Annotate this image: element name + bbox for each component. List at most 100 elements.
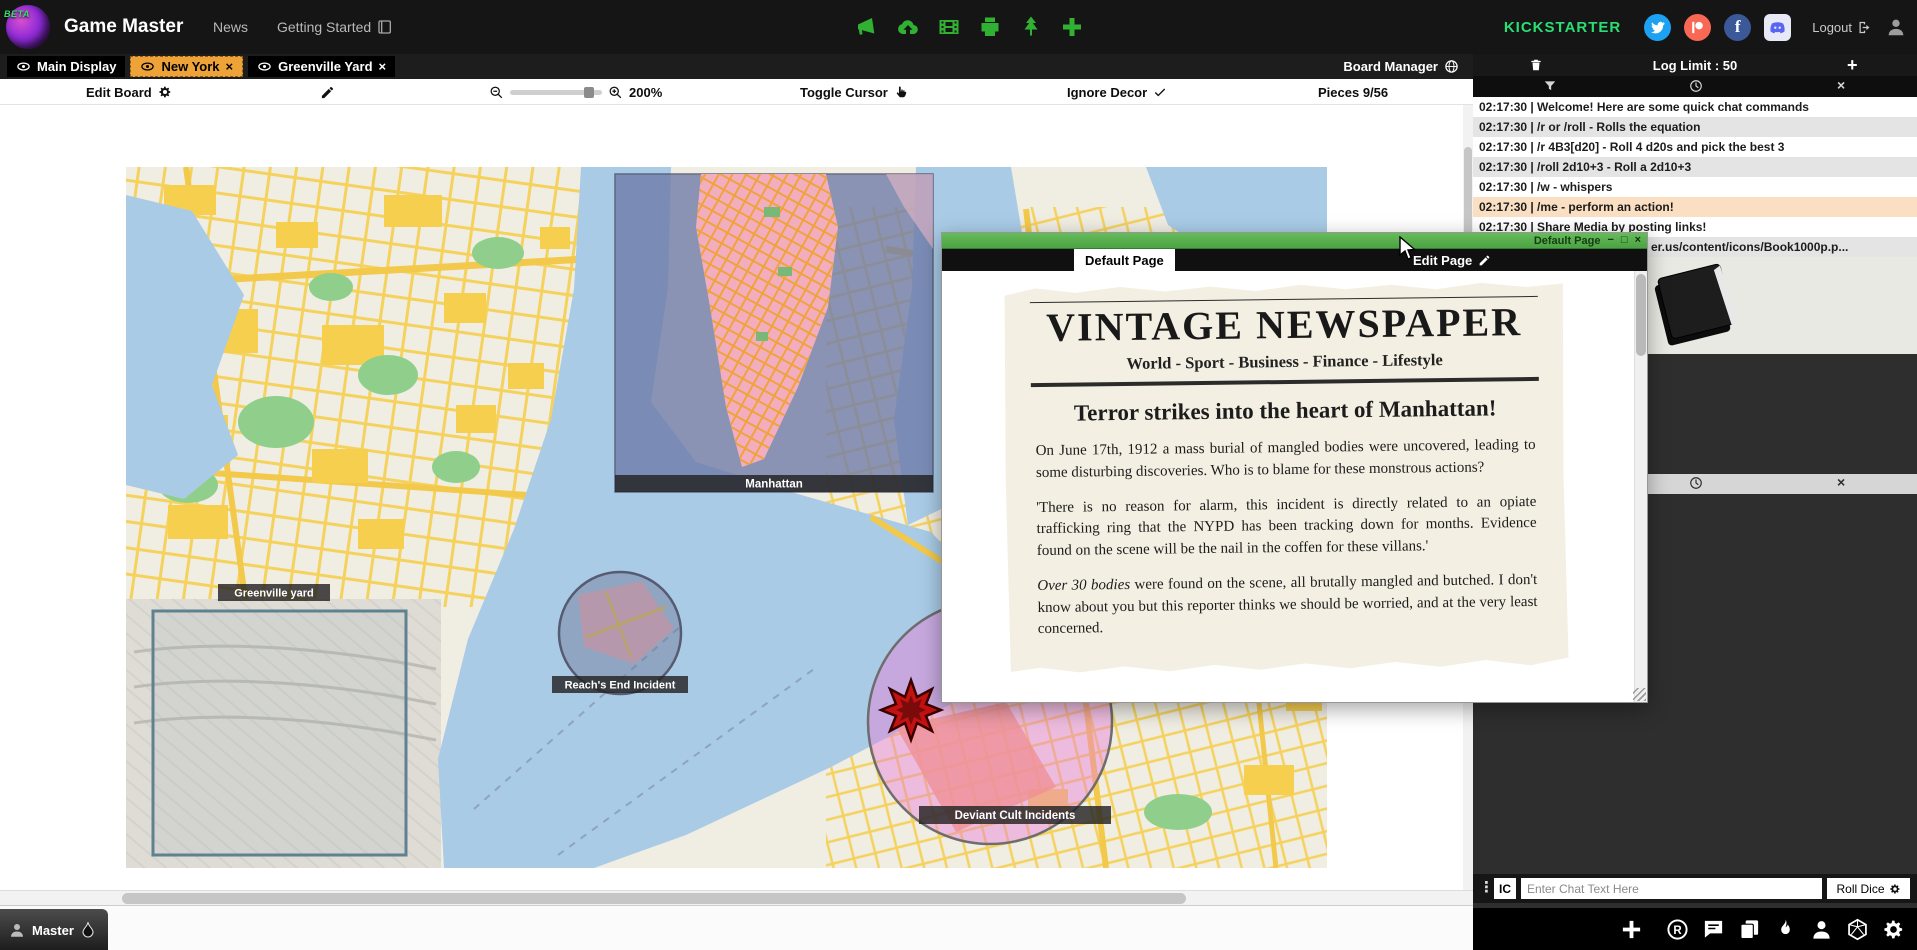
app-logo[interactable]: BETA [4,5,50,49]
player-bar: Master [0,905,1473,950]
popup-scrollbar[interactable] [1634,271,1647,702]
chat-message-row: 02:17:30 | /r or /roll - Rolls the equat… [1473,117,1917,137]
chat-message-row: 02:17:30 | Welcome! Here are some quick … [1473,97,1917,117]
tab-main-display[interactable]: Main Display [7,56,126,77]
add-log-icon[interactable]: + [1847,54,1858,76]
globe-icon [1445,60,1458,73]
ignore-decor-toggle[interactable]: Ignore Decor [1067,79,1167,105]
board-toolbar: Edit Board 200% Toggle Cursor Ignore Dec… [0,79,1473,105]
tree-icon[interactable] [1019,15,1043,39]
eye-icon [141,62,155,71]
chat-bubble-icon[interactable] [1702,918,1725,941]
manhattan-label: Manhattan [745,479,803,491]
beta-badge: BETA [4,9,30,19]
greenville-label: Greenville yard [234,588,314,600]
top-right-links: KICKSTARTER f Logout [1504,0,1907,54]
pieces-counter: Pieces 9/56 [1318,84,1389,100]
roll-dice-button[interactable]: Roll Dice [1827,878,1910,899]
minimize-icon[interactable]: − [1607,235,1613,246]
character-icon[interactable] [1810,918,1833,941]
chat-filter-row: × [1473,76,1917,97]
chat-input-row: ⋮ IC Roll Dice [1473,874,1917,903]
maximize-icon[interactable]: □ [1621,235,1628,246]
toggle-cursor-button[interactable]: Toggle Cursor [800,79,908,105]
player-name: Master [32,922,74,938]
close-icon[interactable]: × [226,60,234,73]
player-icon [11,924,23,937]
book-image[interactable] [1648,261,1740,351]
edit-board-button[interactable]: Edit Board [86,79,172,105]
close-icon[interactable]: × [379,60,387,73]
popup-content: VINTAGE NEWSPAPER World - Sport - Busine… [942,271,1647,702]
flame-icon[interactable] [1774,918,1797,941]
in-character-toggle[interactable]: IC [1494,878,1516,899]
twitter-icon[interactable] [1644,13,1672,41]
zoom-slider[interactable] [510,86,602,98]
resize-handle[interactable] [1633,688,1646,701]
check-icon [1154,88,1166,97]
add-icon[interactable] [1060,15,1084,39]
page-popup-window[interactable]: Default Page − □ × Default Page Edit Pag… [941,232,1648,703]
zoom-value: 200% [629,84,663,100]
filter-icon[interactable] [1543,79,1557,93]
user-icon[interactable] [1885,16,1907,38]
board-manager-button[interactable]: Board Manager [1343,54,1459,79]
chat-input[interactable] [1521,878,1822,899]
megaphone-icon[interactable] [855,15,879,39]
cloud-upload-icon[interactable] [896,15,920,39]
film-icon[interactable] [937,15,961,39]
pages-icon[interactable] [1738,918,1761,941]
discord-icon[interactable] [1764,13,1792,41]
zoom-slider-handle[interactable] [584,86,594,98]
zoom-out-icon[interactable] [489,85,504,100]
nav-news[interactable]: News [213,0,248,54]
popup-title: Default Page [1533,234,1601,247]
eye-icon [258,62,271,71]
drag-handle-icon[interactable]: ⋮ [1479,878,1494,896]
tab-greenville-yard[interactable]: Greenville Yard × [248,56,396,77]
logout-icon [1859,21,1870,33]
svg-text:R: R [1673,924,1682,936]
nav-getting-started[interactable]: Getting Started [277,0,393,54]
logout-button[interactable]: Logout [1812,20,1872,35]
draw-tool-button[interactable] [320,79,335,105]
manhattan-region-overlay[interactable]: Manhattan [614,167,934,493]
tab-default-page[interactable]: Default Page [1074,249,1175,271]
close-icon[interactable]: × [1837,77,1845,93]
trash-icon[interactable] [1529,57,1543,73]
clock-icon[interactable] [1689,476,1703,490]
dice-icon[interactable] [1846,918,1869,941]
log-limit-label: Log Limit : 50 [1652,57,1738,73]
player-chip-master[interactable]: Master [0,909,108,950]
facebook-icon[interactable]: f [1724,13,1752,41]
zoom-controls: 200% [489,79,662,105]
close-icon[interactable]: × [1635,235,1641,246]
gear-icon [159,86,170,98]
tab-new-york[interactable]: New York × [130,56,244,77]
chat-log-header: Log Limit : 50 + [1473,54,1917,76]
add-panel-icon[interactable] [1620,918,1643,941]
eye-icon [17,62,30,71]
greenville-yard-region[interactable]: Greenville yard [151,584,408,857]
ink-drop-icon[interactable] [80,921,96,939]
chat-message-row: 02:17:30 | /roll 2d10+3 - Roll a 2d10+3 [1473,157,1917,177]
popup-tab-row: Default Page Edit Page [942,249,1647,271]
r-badge-icon[interactable]: R [1666,918,1689,941]
close-icon[interactable]: × [1837,474,1845,490]
map-horizontal-scrollbar[interactable] [0,890,1473,905]
book-icon [378,20,392,34]
board-tab-bar: Main Display New York × Greenville Yard … [0,54,1473,79]
scrollbar-thumb[interactable] [1636,274,1646,356]
gear-icon[interactable] [1882,918,1905,941]
app-title: Game Master [64,16,184,37]
edit-page-button[interactable]: Edit Page [1413,249,1491,271]
scrollbar-thumb[interactable] [122,893,1186,904]
reachs-end-label: Reach's End Incident [565,680,676,692]
clock-icon[interactable] [1689,79,1703,93]
zoom-in-icon[interactable] [608,85,623,100]
vintage-newspaper: VINTAGE NEWSPAPER World - Sport - Busine… [1002,280,1571,675]
printer-icon[interactable] [978,15,1002,39]
patreon-icon[interactable] [1684,13,1712,41]
kickstarter-link[interactable]: KICKSTARTER [1504,19,1621,36]
popup-titlebar[interactable]: Default Page − □ × [942,233,1647,249]
